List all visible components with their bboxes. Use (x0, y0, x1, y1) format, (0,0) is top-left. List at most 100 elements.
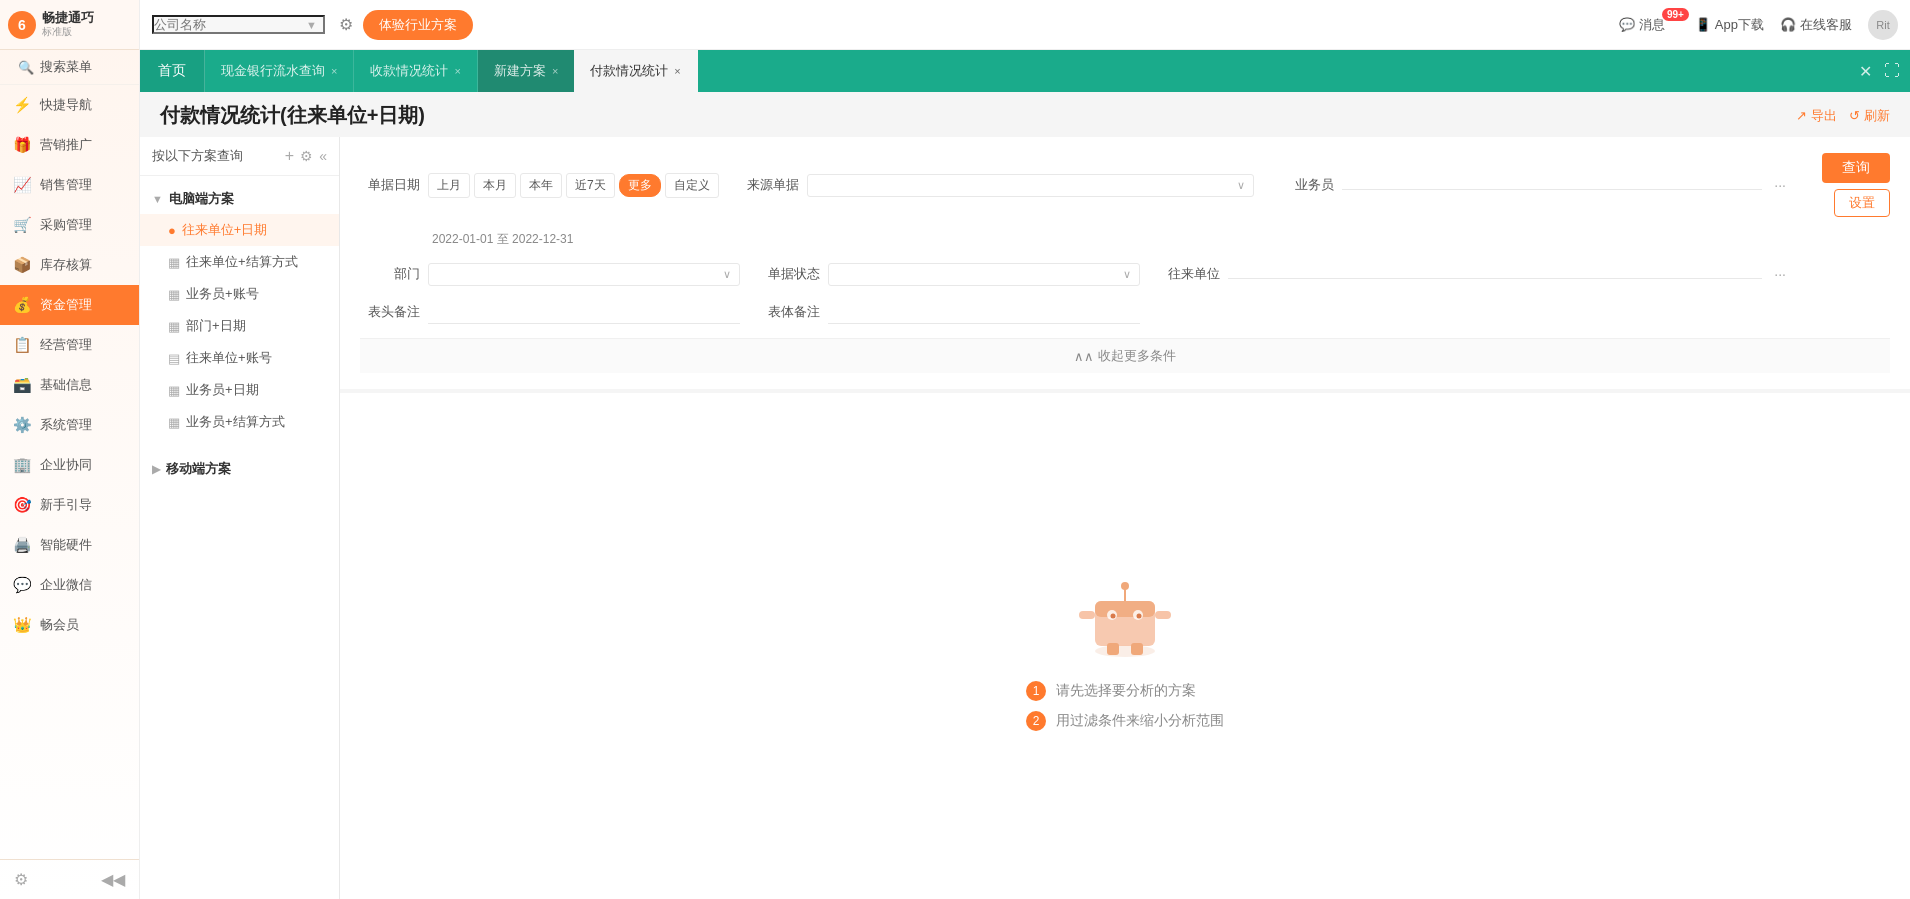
salesperson-label: 业务员 (1274, 176, 1334, 194)
tab-new-close[interactable]: × (552, 65, 558, 77)
date-btn-this-month[interactable]: 本月 (474, 173, 516, 198)
sidebar-search[interactable]: 🔍 搜索菜单 (0, 50, 139, 85)
salesperson-input[interactable] (1342, 181, 1762, 190)
sidebar-item-label: 库存核算 (40, 256, 92, 274)
header-note-input[interactable] (428, 300, 740, 324)
tab-home[interactable]: 首页 (140, 50, 205, 92)
guide-icon: 🎯 (12, 495, 32, 515)
body-note-input[interactable] (828, 300, 1140, 324)
scheme-add-button[interactable]: + (285, 147, 294, 165)
tab-receivable-close[interactable]: × (454, 65, 460, 77)
trial-button[interactable]: 体验行业方案 (363, 10, 473, 40)
sidebar-item-system[interactable]: ⚙️ 系统管理 (0, 405, 139, 445)
export-icon: ↗ (1796, 108, 1807, 123)
header-gear-icon[interactable]: ⚙ (339, 15, 353, 34)
sidebar-item-quick-nav[interactable]: ⚡ 快捷导航 (0, 85, 139, 125)
salesperson-more-icon[interactable]: ··· (1770, 173, 1790, 197)
partner-input[interactable] (1228, 270, 1762, 279)
tab-payable[interactable]: 付款情况统计 × (574, 50, 697, 92)
sidebar-settings-icon[interactable]: ⚙ (14, 870, 28, 889)
scheme-item-partner-date[interactable]: ● 往来单位+日期 (140, 214, 339, 246)
basic-info-icon: 🗃️ (12, 375, 32, 395)
refresh-button[interactable]: ↺ 刷新 (1849, 107, 1890, 125)
scheme-item-icon: ▦ (168, 319, 180, 334)
scheme-item-icon: ▦ (168, 255, 180, 270)
scheme-group-mobile-title[interactable]: ▶ 移动端方案 (140, 454, 339, 484)
refresh-icon: ↺ (1849, 108, 1860, 123)
date-btn-7days[interactable]: 近7天 (566, 173, 615, 198)
top-header: ▼ ⚙ 体验行业方案 💬 消息 99+ 📱 App下载 🎧 在线客服 Rit (140, 0, 1910, 50)
export-button[interactable]: ↗ 导出 (1796, 107, 1837, 125)
member-icon: 👑 (12, 615, 32, 635)
partner-more-icon[interactable]: ··· (1770, 262, 1790, 286)
svg-rect-11 (1107, 643, 1119, 655)
marketing-icon: 🎁 (12, 135, 32, 155)
tab-new-scheme[interactable]: 新建方案 × (478, 50, 574, 92)
empty-tip-2: 2 用过滤条件来缩小分析范围 (1026, 711, 1224, 731)
chevron-down-icon: ▼ (306, 19, 317, 31)
refresh-label: 刷新 (1864, 107, 1890, 125)
sidebar-item-wechat[interactable]: 💬 企业微信 (0, 565, 139, 605)
sidebar-item-guide[interactable]: 🎯 新手引导 (0, 485, 139, 525)
scheme-item-label: 部门+日期 (186, 317, 246, 335)
sidebar-item-operation[interactable]: 📋 经营管理 (0, 325, 139, 365)
date-btn-last-month[interactable]: 上月 (428, 173, 470, 198)
app-download-button[interactable]: 📱 App下载 (1695, 16, 1764, 34)
filter-panel: 单据日期 上月 本月 本年 近7天 更多 自定义 (340, 137, 1910, 389)
filter-field-doc-status: 单据状态 ∨ (760, 263, 1140, 286)
system-icon: ⚙️ (12, 415, 32, 435)
sidebar-item-label: 畅会员 (40, 616, 79, 634)
scheme-group-desktop-title[interactable]: ▼ 电脑端方案 (140, 184, 339, 214)
tab-receivable[interactable]: 收款情况统计 × (354, 50, 477, 92)
header-note-label: 表头备注 (360, 303, 420, 321)
doc-status-select[interactable]: ∨ (828, 263, 1140, 286)
setting-button[interactable]: 设置 (1834, 189, 1890, 217)
scheme-item-salesman-date[interactable]: ▦ 业务员+日期 (140, 374, 339, 406)
dept-select[interactable]: ∨ (428, 263, 740, 286)
sidebar-item-sales[interactable]: 📈 销售管理 (0, 165, 139, 205)
sidebar-item-label: 企业协同 (40, 456, 92, 474)
sidebar-item-capital[interactable]: 💰 资金管理 (0, 285, 139, 325)
collapse-more-button[interactable]: ∧∧ 收起更多条件 (360, 338, 1890, 373)
scheme-collapse-button[interactable]: « (319, 148, 327, 164)
company-input[interactable] (152, 15, 325, 34)
date-buttons: 上月 本月 本年 近7天 更多 自定义 (428, 173, 719, 198)
scheme-item-dept-date[interactable]: ▦ 部门+日期 (140, 310, 339, 342)
service-button[interactable]: 🎧 在线客服 (1780, 16, 1852, 34)
scheme-item-partner-payment[interactable]: ▦ 往来单位+结算方式 (140, 246, 339, 278)
message-button[interactable]: 💬 消息 99+ (1619, 16, 1679, 34)
tab-fullscreen-icon[interactable]: ⛶ (1884, 62, 1900, 80)
scheme-item-salesman-account[interactable]: ▦ 业务员+账号 (140, 278, 339, 310)
search-icon: 🔍 (18, 60, 34, 75)
sidebar-item-marketing[interactable]: 🎁 营销推广 (0, 125, 139, 165)
sidebar-item-member[interactable]: 👑 畅会员 (0, 605, 139, 645)
filter-field-dept: 部门 ∨ (360, 263, 740, 286)
source-select[interactable]: ∨ (807, 174, 1255, 197)
date-btn-custom[interactable]: 自定义 (665, 173, 719, 198)
tab-close-all-icon[interactable]: ✕ (1859, 62, 1872, 81)
tab-cashflow-close[interactable]: × (331, 65, 337, 77)
user-avatar[interactable]: Rit (1868, 10, 1898, 40)
date-btn-more[interactable]: 更多 (619, 174, 661, 197)
scheme-item-partner-account[interactable]: ▤ 往来单位+账号 (140, 342, 339, 374)
empty-tips: 1 请先选择要分析的方案 2 用过滤条件来缩小分析范围 (1026, 681, 1224, 731)
sidebar-item-label: 营销推广 (40, 136, 92, 154)
sidebar-item-purchase[interactable]: 🛒 采购管理 (0, 205, 139, 245)
scheme-gear-button[interactable]: ⚙ (300, 148, 313, 164)
sidebar-item-inventory[interactable]: 📦 库存核算 (0, 245, 139, 285)
sidebar-bottom: ⚙ ◀◀ (0, 859, 139, 899)
inventory-icon: 📦 (12, 255, 32, 275)
tab-cashflow[interactable]: 现金银行流水查询 × (205, 50, 354, 92)
scheme-group-mobile: ▶ 移动端方案 (140, 446, 339, 492)
sidebar-item-hardware[interactable]: 🖨️ 智能硬件 (0, 525, 139, 565)
service-label: 在线客服 (1800, 16, 1852, 34)
date-btn-this-year[interactable]: 本年 (520, 173, 562, 198)
tab-payable-close[interactable]: × (674, 65, 680, 77)
sidebar-item-enterprise[interactable]: 🏢 企业协同 (0, 445, 139, 485)
sidebar-item-label: 资金管理 (40, 296, 92, 314)
sidebar-collapse-icon[interactable]: ◀◀ (101, 870, 125, 889)
filter-row-3: 表头备注 表体备注 (360, 300, 1890, 324)
scheme-item-salesman-payment[interactable]: ▦ 业务员+结算方式 (140, 406, 339, 438)
sidebar-item-basic-info[interactable]: 🗃️ 基础信息 (0, 365, 139, 405)
query-button[interactable]: 查询 (1822, 153, 1890, 183)
